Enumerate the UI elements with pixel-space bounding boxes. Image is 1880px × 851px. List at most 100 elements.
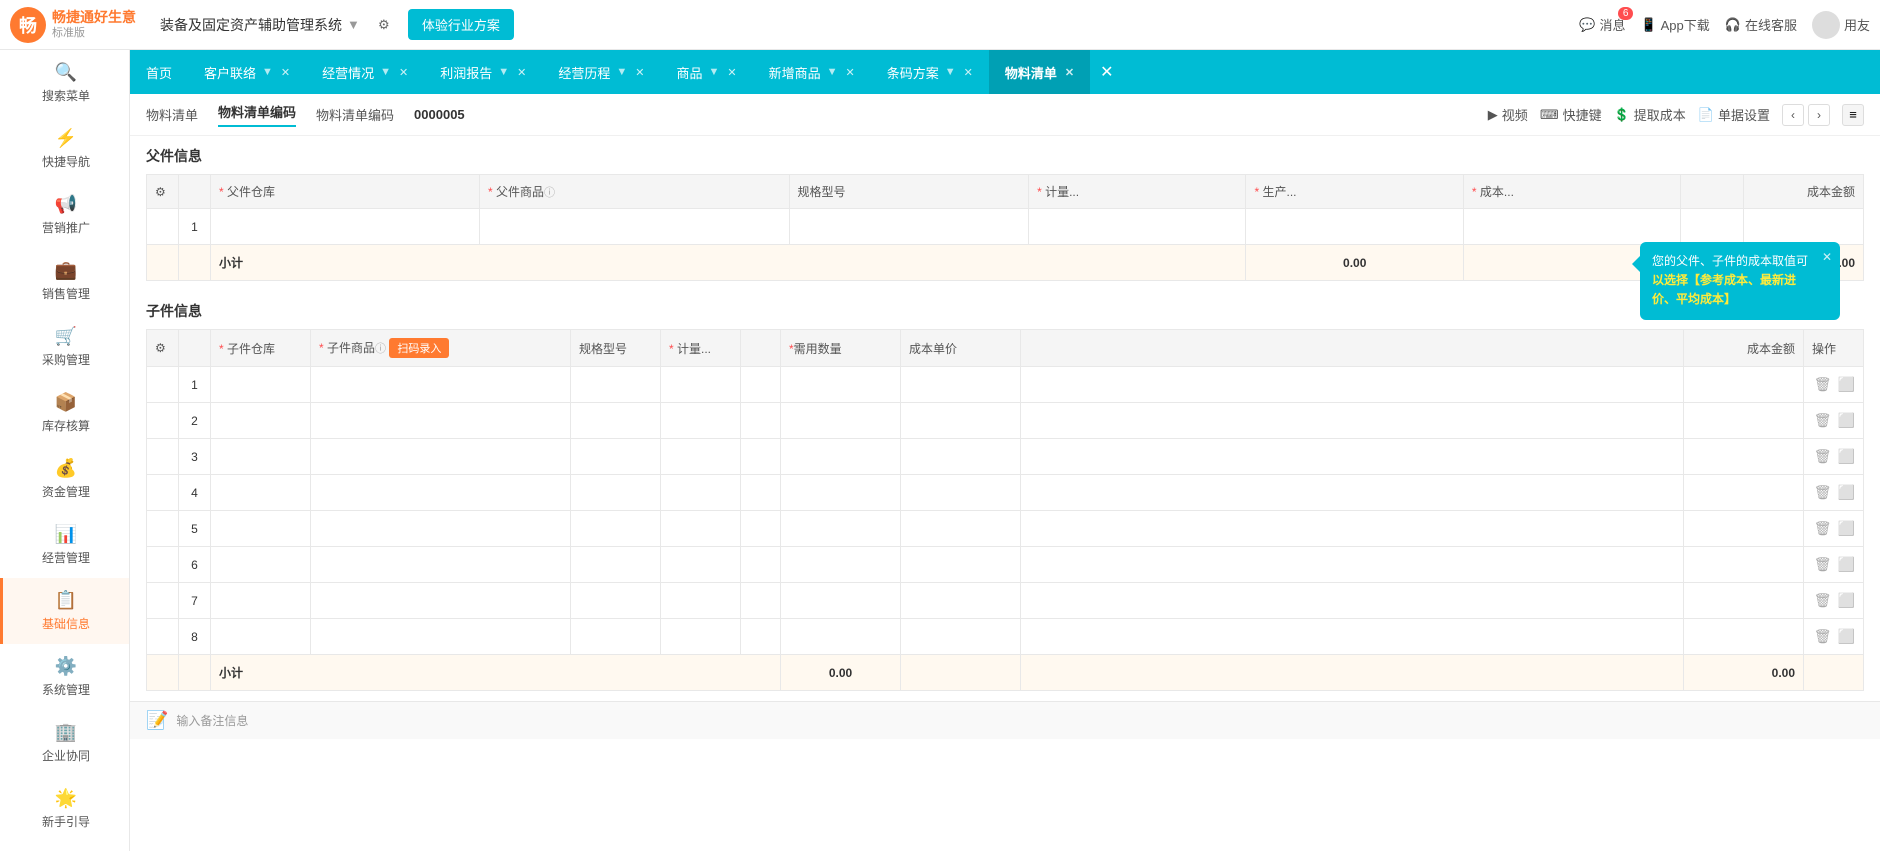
child-row2-product[interactable] (311, 403, 571, 439)
tab-bom[interactable]: 物料清单 ✕ (989, 50, 1090, 94)
parent-row1-warehouse[interactable] (211, 209, 480, 245)
parent-col-cost-amount: 成本金额 (1744, 175, 1864, 209)
sidebar-item-system[interactable]: ⚙️ 系统管理 (0, 644, 129, 710)
parent-row1-unit[interactable] (1029, 209, 1246, 245)
tab-profit-close[interactable]: ✕ (517, 66, 526, 79)
child-row1-product[interactable] (311, 367, 571, 403)
settings-button[interactable]: 📄 单据设置 (1698, 105, 1770, 124)
parent-col-warehouse: * 父件仓库 (211, 175, 480, 209)
delete-icon-row7[interactable]: 🗑 (1814, 592, 1832, 609)
user-menu[interactable]: 用友 (1812, 11, 1870, 39)
child-row1-unit[interactable] (661, 367, 741, 403)
child-row2-unit[interactable] (661, 403, 741, 439)
child-subtotal-row: 小计 0.00 0.00 (147, 655, 1864, 691)
copy-icon-row8[interactable]: ⬜ (1838, 628, 1855, 645)
tab-bom-close[interactable]: ✕ (1065, 66, 1074, 79)
tooltip-close-button[interactable]: ✕ (1822, 248, 1832, 267)
delete-icon-row2[interactable]: 🗑 (1814, 412, 1832, 429)
copy-icon-row2[interactable]: ⬜ (1838, 412, 1855, 429)
breadcrumb-bar: 物料清单 物料清单编码 物料清单编码 0000005 ▶ 视频 (130, 94, 1880, 136)
settings-icon[interactable]: ⚙ (370, 11, 398, 39)
copy-icon-row4[interactable]: ⬜ (1838, 484, 1855, 501)
sidebar-item-guide[interactable]: 🌟 新手引导 (0, 776, 129, 842)
child-row1-settings (147, 367, 179, 403)
tab-barcode-close[interactable]: ✕ (964, 66, 973, 79)
sidebar-item-basic[interactable]: 📋 基础信息 (0, 578, 129, 644)
sidebar-item-enterprise[interactable]: 🏢 企业协同 (0, 710, 129, 776)
note-placeholder[interactable]: 输入备注信息 (176, 712, 248, 729)
search-icon: 🔍 (55, 62, 77, 83)
operations-icon: 📊 (55, 524, 77, 545)
tab-barcode[interactable]: 条码方案 ▼ ✕ (871, 50, 989, 94)
app-download-button[interactable]: 📱 App下载 (1640, 15, 1709, 34)
copy-icon-row3[interactable]: ⬜ (1838, 448, 1855, 465)
tab-home[interactable]: 首页 (130, 50, 188, 94)
delete-icon-row8[interactable]: 🗑 (1814, 628, 1832, 645)
experience-button[interactable]: 体验行业方案 (408, 9, 514, 40)
child-col-action: 操作 (1804, 330, 1864, 367)
tab-products[interactable]: 商品 ▼ ✕ (661, 50, 753, 94)
child-row2-unit-cost[interactable] (901, 403, 1021, 439)
tab-new-product-close[interactable]: ✕ (846, 66, 855, 79)
video-button[interactable]: ▶ 视频 (1488, 105, 1528, 124)
tab-new-product[interactable]: 新增商品 ▼ ✕ (753, 50, 871, 94)
child-row2-warehouse[interactable] (211, 403, 311, 439)
child-row1-spec[interactable] (571, 367, 661, 403)
cost-button[interactable]: 💲 提取成本 (1614, 105, 1686, 124)
breadcrumb-bom-list[interactable]: 物料清单 (146, 105, 198, 124)
settings-col-icon[interactable]: ⚙ (155, 185, 166, 199)
sidebar-item-operations[interactable]: 📊 经营管理 (0, 512, 129, 578)
close-all-button[interactable]: ✕ (1090, 62, 1123, 82)
parent-subtotal-unit: 0.00 (1246, 245, 1463, 281)
tab-history[interactable]: 经营历程 ▼ ✕ (542, 50, 660, 94)
quicknav-icon: ⚡ (55, 128, 77, 149)
child-row1-quantity[interactable] (781, 367, 901, 403)
tab-customers-close[interactable]: ✕ (281, 66, 290, 79)
prev-button[interactable]: ‹ (1782, 104, 1804, 126)
sidebar-item-finance[interactable]: 💰 资金管理 (0, 446, 129, 512)
delete-icon-row4[interactable]: 🗑 (1814, 484, 1832, 501)
copy-icon-row5[interactable]: ⬜ (1838, 520, 1855, 537)
tab-operations-close[interactable]: ✕ (399, 66, 408, 79)
next-button[interactable]: › (1808, 104, 1830, 126)
top-right-nav: 💬 消息 6 📱 App下载 🎧 在线客服 用友 (1579, 11, 1870, 39)
tab-products-close[interactable]: ✕ (727, 66, 736, 79)
copy-icon-row6[interactable]: ⬜ (1838, 556, 1855, 573)
delete-icon-row1[interactable]: 🗑 (1814, 376, 1832, 393)
parent-row1-production[interactable] (1246, 209, 1463, 245)
tab-history-close[interactable]: ✕ (635, 66, 644, 79)
breadcrumb-bom-detail[interactable]: 物料清单编码 (218, 102, 296, 127)
delete-icon-row6[interactable]: 🗑 (1814, 556, 1832, 573)
child-row2-quantity[interactable] (781, 403, 901, 439)
parent-row1-cost[interactable] (1463, 209, 1680, 245)
child-settings-icon[interactable]: ⚙ (155, 341, 166, 355)
copy-icon-row7[interactable]: ⬜ (1838, 592, 1855, 609)
sidebar-label-operations: 经营管理 (42, 549, 90, 566)
tab-customers[interactable]: 客户联络 ▼ ✕ (188, 50, 306, 94)
tab-profit[interactable]: 利润报告 ▼ ✕ (424, 50, 542, 94)
sidebar-item-marketing[interactable]: 📢 营销推广 (0, 182, 129, 248)
delete-icon-row3[interactable]: 🗑 (1814, 448, 1832, 465)
sidebar-item-inventory[interactable]: 📦 库存核算 (0, 380, 129, 446)
child-row2-spec[interactable] (571, 403, 661, 439)
sidebar-item-search[interactable]: 🔍 搜索菜单 (0, 50, 129, 116)
child-row1-unit-cost[interactable] (901, 367, 1021, 403)
scan-button[interactable]: 扫码录入 (389, 338, 449, 358)
copy-icon-row1[interactable]: ⬜ (1838, 376, 1855, 393)
tab-operations[interactable]: 经营情况 ▼ ✕ (306, 50, 424, 94)
parent-subtotal-label: 小计 (211, 245, 1246, 281)
child-row1-warehouse[interactable] (211, 367, 311, 403)
child-row-5: 5 (147, 511, 1864, 547)
top-header: 畅 畅捷通好生意 标准版 装备及固定资产辅助管理系统 ▼ ⚙ 体验行业方案 💬 … (0, 0, 1880, 50)
message-button[interactable]: 💬 消息 6 (1579, 15, 1625, 34)
sidebar-item-sales[interactable]: 💼 销售管理 (0, 248, 129, 314)
shortcut-button[interactable]: ⌨ 快捷键 (1540, 105, 1602, 124)
parent-row1-spec[interactable] (789, 209, 1029, 245)
child-row-4: 4 (147, 475, 1864, 511)
parent-row1-product[interactable] (480, 209, 790, 245)
list-view-button[interactable]: ≡ (1842, 104, 1864, 126)
sidebar-item-quicknav[interactable]: ⚡ 快捷导航 (0, 116, 129, 182)
delete-icon-row5[interactable]: 🗑 (1814, 520, 1832, 537)
sidebar-item-purchase[interactable]: 🛒 采购管理 (0, 314, 129, 380)
online-service-button[interactable]: 🎧 在线客服 (1725, 15, 1797, 34)
